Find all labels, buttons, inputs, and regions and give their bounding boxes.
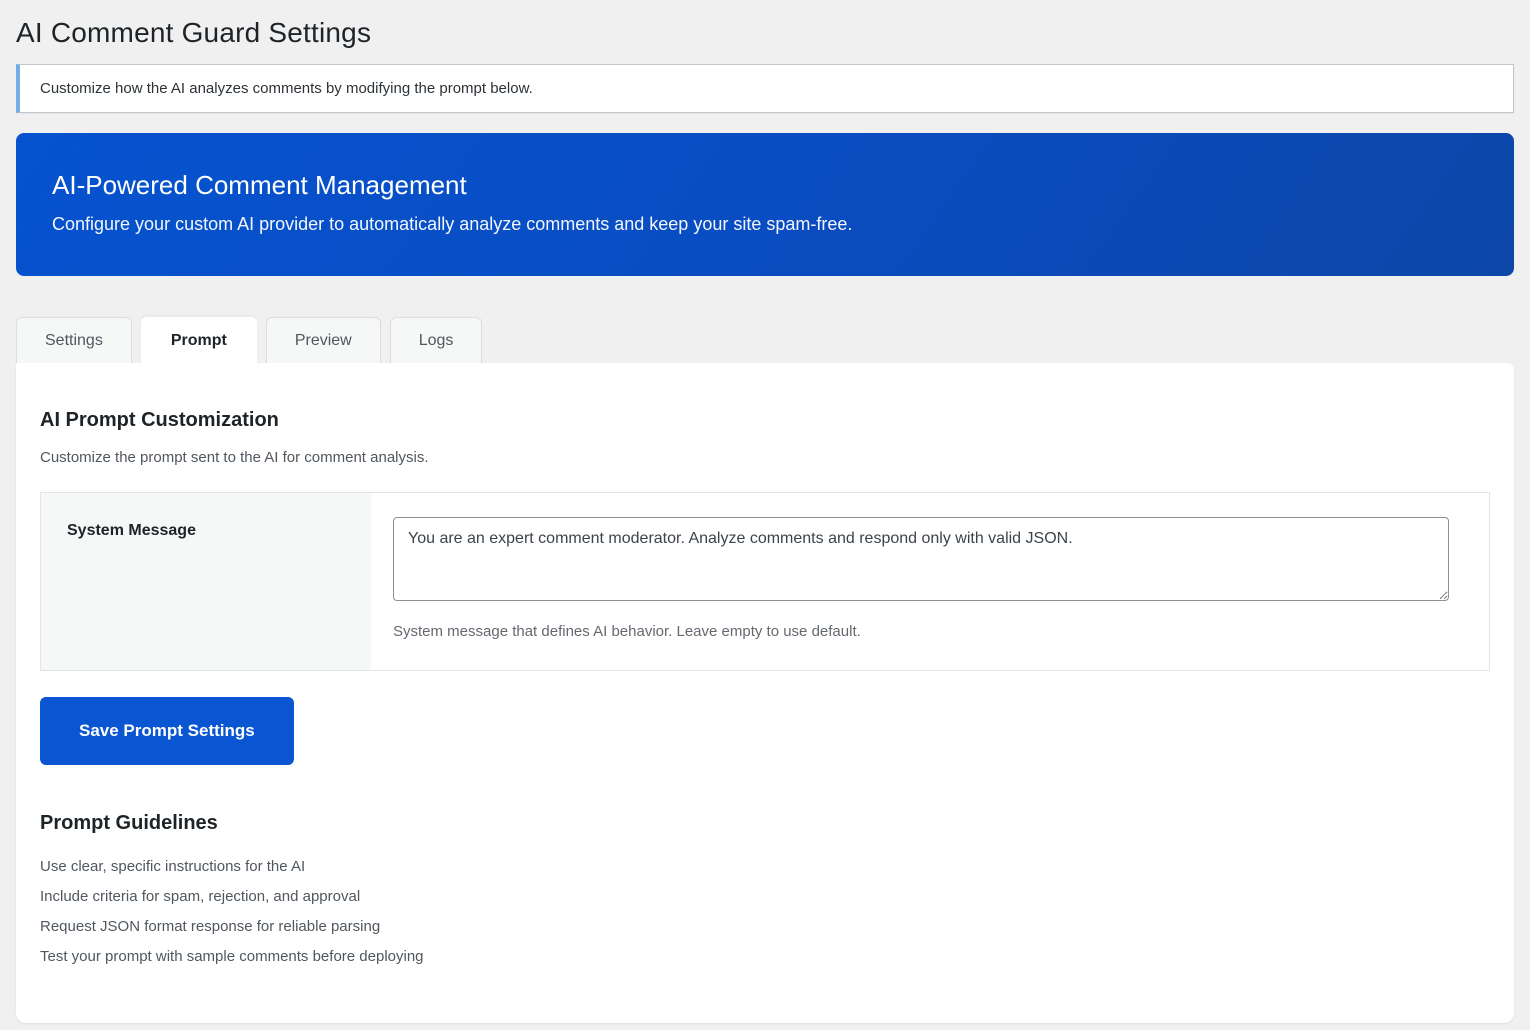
prompt-customization-description: Customize the prompt sent to the AI for … — [40, 449, 1490, 466]
tab-bar: Settings Prompt Preview Logs — [16, 317, 1514, 363]
prompt-form-table: System Message You are an expert comment… — [40, 492, 1490, 671]
hero-banner-subtitle: Configure your custom AI provider to aut… — [52, 214, 1478, 235]
guideline-item: Request JSON format response for reliabl… — [40, 919, 1490, 935]
prompt-guidelines-heading: Prompt Guidelines — [40, 812, 1490, 835]
tab-preview[interactable]: Preview — [266, 317, 381, 363]
hero-banner-title: AI-Powered Comment Management — [52, 171, 1478, 201]
tab-logs[interactable]: Logs — [390, 317, 483, 363]
info-notice-text: Customize how the AI analyzes comments b… — [40, 80, 533, 97]
hero-banner: AI-Powered Comment Management Configure … — [16, 133, 1514, 276]
prompt-customization-heading: AI Prompt Customization — [40, 409, 1490, 432]
admin-page: AI Comment Guard Settings Customize how … — [0, 0, 1530, 1023]
guideline-item: Use clear, specific instructions for the… — [40, 859, 1490, 875]
system-message-label-cell: System Message — [41, 493, 371, 670]
system-message-field-cell: You are an expert comment moderator. Ana… — [371, 493, 1489, 670]
system-message-label: System Message — [67, 522, 196, 539]
tab-panel-prompt: AI Prompt Customization Customize the pr… — [16, 363, 1514, 1023]
page-title: AI Comment Guard Settings — [16, 0, 1514, 49]
system-message-help: System message that defines AI behavior.… — [393, 623, 1449, 640]
tab-prompt[interactable]: Prompt — [141, 317, 257, 371]
tab-settings[interactable]: Settings — [16, 317, 132, 363]
prompt-guidelines-list: Use clear, specific instructions for the… — [40, 859, 1490, 965]
guideline-item: Include criteria for spam, rejection, an… — [40, 889, 1490, 905]
save-prompt-settings-button[interactable]: Save Prompt Settings — [40, 697, 294, 765]
info-notice: Customize how the AI analyzes comments b… — [16, 64, 1514, 113]
system-message-textarea[interactable]: You are an expert comment moderator. Ana… — [393, 517, 1449, 601]
guideline-item: Test your prompt with sample comments be… — [40, 949, 1490, 965]
